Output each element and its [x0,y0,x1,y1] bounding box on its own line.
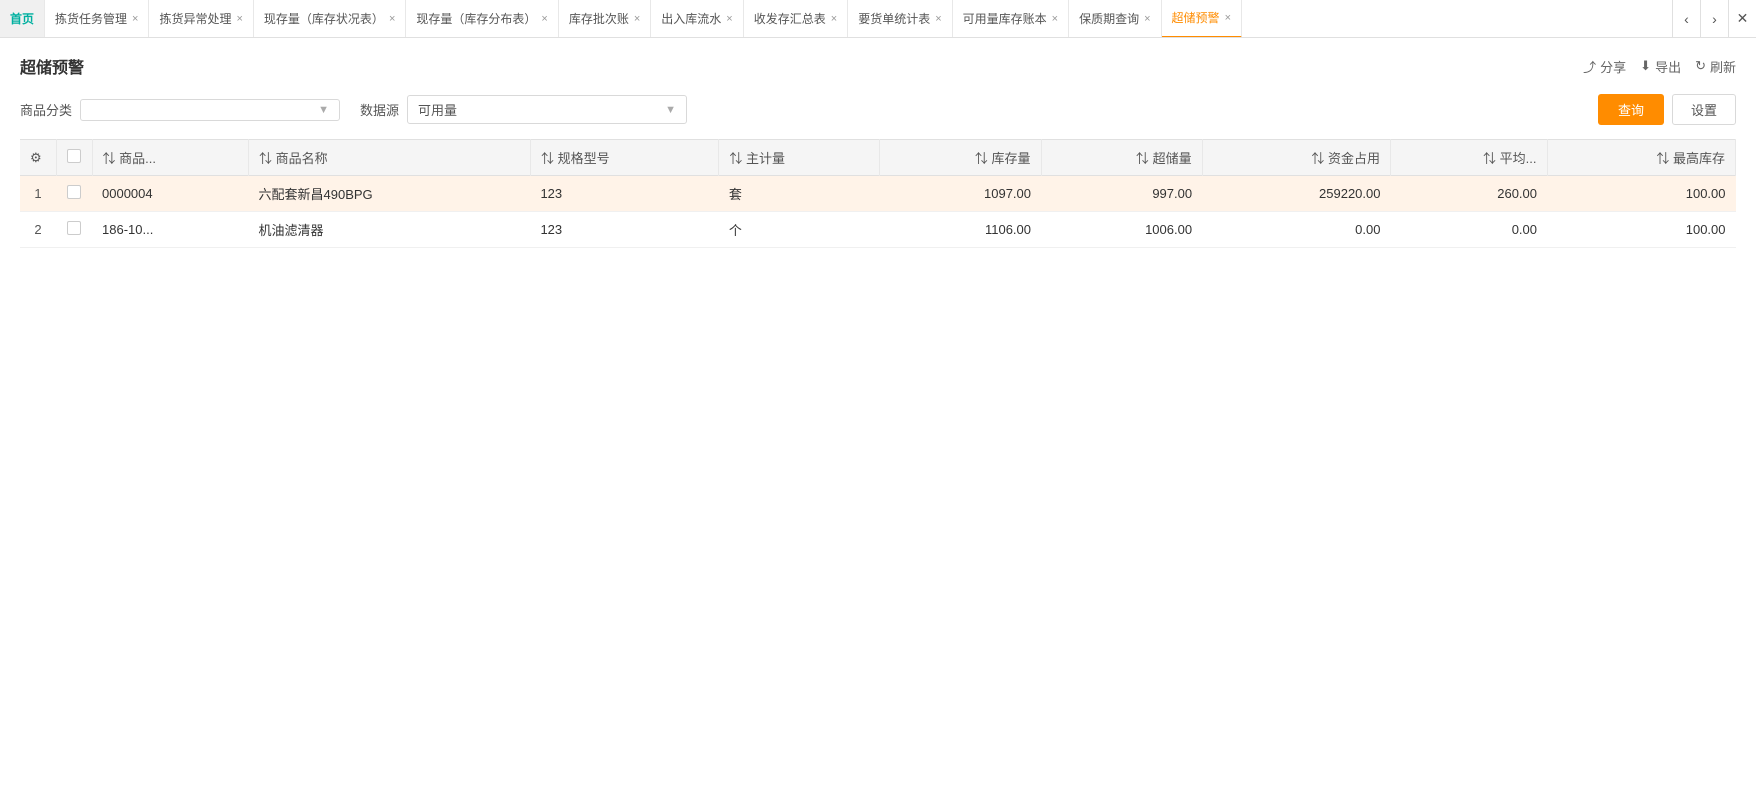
page-title: 超储预警 [20,54,84,78]
row-checkbox-1[interactable] [56,212,92,248]
row-spec-1: 123 [530,212,718,248]
close-tab-icon[interactable]: × [634,13,640,25]
row-checkbox-0[interactable] [56,176,92,212]
close-tab-icon[interactable]: × [236,13,242,25]
col-avg[interactable]: ⇅ 平均... [1390,140,1547,176]
row-avg-1: 0.00 [1390,212,1547,248]
close-tab-icon[interactable]: × [132,13,138,25]
row-item-name-0: 六配套新昌490BPG [249,176,531,212]
nav-arrows: ‹ › ✕ [1672,0,1756,38]
table-header-row: ⚙ ⇅ 商品... ⇅ 商品名称 ⇅ 规格型号 ⇅ [20,140,1736,176]
datasource-value: 可用量 [418,100,457,119]
row-overstock-0: 997.00 [1041,176,1202,212]
close-tab-icon[interactable]: × [1052,13,1058,25]
nav-tab-summary[interactable]: 收发存汇总表× [744,0,848,38]
col-stock[interactable]: ⇅ 库存量 [880,140,1041,176]
datasource-select[interactable]: 可用量 ▼ [407,95,687,124]
row-item-code-0: 0000004 [92,176,249,212]
row-cb[interactable] [67,185,81,199]
close-tab-icon[interactable]: × [831,13,837,25]
col-checkbox[interactable] [56,140,92,176]
query-button[interactable]: 查询 [1598,94,1664,125]
filter-actions: 查询 设置 [1598,94,1736,125]
page-header: 超储预警 ⤴ 分享 ⬇ 导出 ↻ 刷新 [20,54,1736,78]
table-row: 1 0000004 六配套新昌490BPG 123 套 1097.00 997.… [20,176,1736,212]
data-table: ⚙ ⇅ 商品... ⇅ 商品名称 ⇅ 规格型号 ⇅ [20,139,1736,248]
category-label: 商品分类 [20,100,72,119]
nav-next-btn[interactable]: › [1700,0,1728,38]
close-tab-icon[interactable]: × [389,13,395,25]
page-container: 超储预警 ⤴ 分享 ⬇ 导出 ↻ 刷新 商品分类 ▼ 数据源 [0,38,1756,800]
close-tab-icon[interactable]: × [1144,13,1150,25]
row-cb[interactable] [67,221,81,235]
table-row: 2 186-10... 机油滤清器 123 个 1106.00 1006.00 … [20,212,1736,248]
nav-prev-btn[interactable]: ‹ [1672,0,1700,38]
row-number-1: 2 [20,212,56,248]
category-select[interactable]: ▼ [80,99,340,121]
nav-close-btn[interactable]: ✕ [1728,0,1756,38]
row-number-0: 1 [20,176,56,212]
row-unit-1: 个 [719,212,880,248]
col-item-code[interactable]: ⇅ 商品... [92,140,249,176]
row-stock-1: 1106.00 [880,212,1041,248]
col-settings[interactable]: ⚙ [20,140,56,176]
nav-tab-batch-account[interactable]: 库存批次账× [559,0,651,38]
nav-tab-inventory-dist[interactable]: 现存量（库存分布表）× [406,0,558,38]
share-btn[interactable]: ⤴ 分享 [1583,57,1626,76]
header-checkbox[interactable] [67,149,81,163]
close-tab-icon[interactable]: × [541,13,547,25]
category-dropdown-icon: ▼ [318,104,329,116]
nav-tab-task-mgmt[interactable]: 拣货任务管理× [45,0,149,38]
export-btn[interactable]: ⬇ 导出 [1640,57,1681,76]
row-unit-0: 套 [719,176,880,212]
datasource-dropdown-icon: ▼ [665,104,676,116]
header-actions: ⤴ 分享 ⬇ 导出 ↻ 刷新 [1583,57,1736,76]
close-tab-icon[interactable]: × [726,13,732,25]
export-icon: ⬇ [1640,58,1651,74]
row-stock-0: 1097.00 [880,176,1041,212]
filter-row: 商品分类 ▼ 数据源 可用量 ▼ 查询 设置 [20,94,1736,125]
col-overstock[interactable]: ⇅ 超储量 [1041,140,1202,176]
settings-button[interactable]: 设置 [1672,94,1736,125]
datasource-filter: 数据源 可用量 ▼ [360,95,687,124]
row-capital-0: 259220.00 [1202,176,1390,212]
nav-tab-inventory-status[interactable]: 现存量（库存状况表）× [254,0,406,38]
col-capital[interactable]: ⇅ 资金占用 [1202,140,1390,176]
nav-tab-order-stats[interactable]: 要货单统计表× [848,0,952,38]
row-overstock-1: 1006.00 [1041,212,1202,248]
row-item-name-1: 机油滤清器 [249,212,531,248]
gear-icon: ⚙ [30,150,42,165]
col-spec[interactable]: ⇅ 规格型号 [530,140,718,176]
row-spec-0: 123 [530,176,718,212]
datasource-label: 数据源 [360,100,399,119]
category-filter: 商品分类 ▼ [20,99,340,121]
close-tab-icon[interactable]: × [935,13,941,25]
col-unit[interactable]: ⇅ 主计量 [719,140,880,176]
nav-tab-flow[interactable]: 出入库流水× [651,0,743,38]
row-capital-1: 0.00 [1202,212,1390,248]
row-max-stock-0: 100.00 [1547,176,1736,212]
row-max-stock-1: 100.00 [1547,212,1736,248]
nav-tab-overstock-warning[interactable]: 超储预警× [1162,0,1242,38]
top-nav: 首页拣货任务管理×拣货异常处理×现存量（库存状况表）×现存量（库存分布表）×库存… [0,0,1756,38]
col-max-stock[interactable]: ⇅ 最高库存 [1547,140,1736,176]
nav-tab-exception[interactable]: 拣货异常处理× [149,0,253,38]
close-tab-icon[interactable]: × [1225,12,1231,24]
row-item-code-1: 186-10... [92,212,249,248]
refresh-icon: ↻ [1695,58,1706,74]
nav-tab-expiry[interactable]: 保质期查询× [1069,0,1161,38]
share-icon: ⤴ [1583,57,1596,76]
col-item-name[interactable]: ⇅ 商品名称 [249,140,531,176]
refresh-btn[interactable]: ↻ 刷新 [1695,57,1736,76]
row-avg-0: 260.00 [1390,176,1547,212]
nav-tab-available-ledger[interactable]: 可用量库存账本× [953,0,1069,38]
nav-tab-home[interactable]: 首页 [0,0,45,38]
